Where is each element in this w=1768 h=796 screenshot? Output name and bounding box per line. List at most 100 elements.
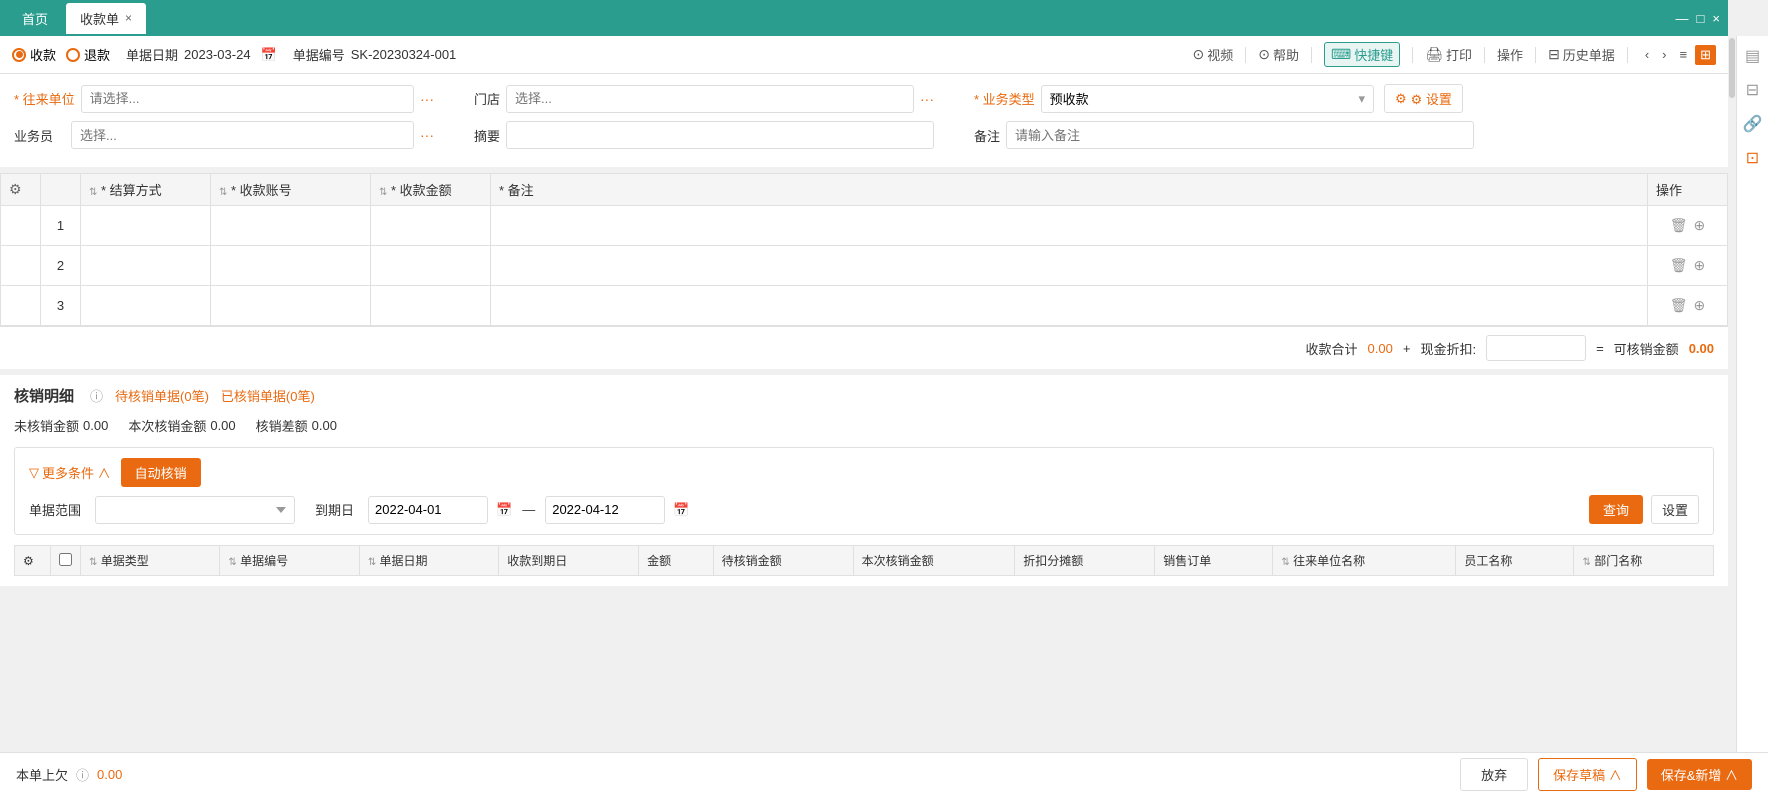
col-settlement-header[interactable]: ⇅ * 结算方式	[81, 174, 211, 206]
salesperson-input[interactable]	[71, 121, 414, 149]
bt-col-pending[interactable]: 待核销金额	[713, 546, 853, 576]
bt-col-checkbox[interactable]	[51, 546, 81, 576]
calendar-to-icon[interactable]: 📅	[673, 502, 689, 518]
summary-input[interactable]	[506, 121, 934, 149]
auto-verify-btn[interactable]: 自动核销	[121, 458, 201, 487]
row-2-method[interactable]	[81, 246, 211, 286]
abandon-btn[interactable]: 放弃	[1460, 758, 1528, 791]
row-3-method[interactable]	[81, 286, 211, 326]
row-2-copy-btn[interactable]: ⊕	[1694, 257, 1706, 274]
nav-right-btn[interactable]: ›	[1657, 45, 1671, 65]
carry-over-icon[interactable]: ⓘ	[76, 765, 89, 784]
row-1-method[interactable]	[81, 206, 211, 246]
history-btn[interactable]: ⊟ 历史单据	[1548, 45, 1615, 64]
sidebar-expand-icon[interactable]: ⊡	[1746, 148, 1759, 168]
help-btn[interactable]: ⊙ 帮助	[1258, 45, 1299, 64]
bt-col-counterpart[interactable]: ⇅ 往来单位名称	[1273, 546, 1456, 576]
store-more-btn[interactable]: ···	[920, 91, 934, 107]
store-input[interactable]	[506, 85, 914, 113]
bt-col-discount[interactable]: 折扣分摊额	[1015, 546, 1155, 576]
tab-home[interactable]: 首页	[8, 3, 62, 34]
date-to-input[interactable]	[545, 496, 665, 524]
row-2-remark[interactable]	[491, 246, 1648, 286]
row-3-account[interactable]	[211, 286, 371, 326]
calendar-icon[interactable]: 📅	[261, 47, 277, 63]
row-2-delete-btn[interactable]: 🗑	[1670, 257, 1688, 274]
row-1-amount[interactable]	[371, 206, 491, 246]
view-list-btn[interactable]: ≡	[1675, 45, 1693, 65]
bt-col-department[interactable]: ⇅ 部门名称	[1574, 546, 1714, 576]
discount-input[interactable]	[1486, 335, 1586, 361]
sidebar-table-icon[interactable]: ▤	[1745, 46, 1760, 66]
counterpart-input[interactable]	[81, 85, 414, 113]
window-close-btn[interactable]: ×	[1712, 11, 1720, 26]
remarks-input[interactable]	[1006, 121, 1474, 149]
current-stat: 本次核销金额 0.00	[128, 416, 235, 435]
info-icon[interactable]: ⓘ	[90, 386, 103, 405]
col-account-header[interactable]: ⇅ * 收款账号	[211, 174, 371, 206]
row-1-remark[interactable]	[491, 206, 1648, 246]
shortcut-btn[interactable]: ⌨ 快捷键	[1324, 42, 1400, 67]
scroll-area[interactable]	[1728, 36, 1736, 752]
row-3-delete-btn[interactable]: 🗑	[1670, 297, 1688, 314]
bt-col-doc-date[interactable]: ⇅ 单据日期	[359, 546, 498, 576]
draft-btn[interactable]: 保存草稿 ∧	[1538, 758, 1637, 791]
table-settings-icon[interactable]: ⚙	[9, 181, 22, 197]
nav-left-btn[interactable]: ‹	[1640, 45, 1654, 65]
sidebar-list-icon[interactable]: ⊟	[1746, 80, 1759, 100]
range-field: 单据范围	[29, 496, 295, 524]
range-select[interactable]	[95, 496, 295, 524]
select-all-checkbox[interactable]	[59, 553, 72, 566]
date-from-input[interactable]	[368, 496, 488, 524]
settings-button[interactable]: ⚙ ⚙ 设置	[1384, 84, 1463, 113]
radio-refund[interactable]: 退款	[66, 45, 110, 64]
col-amount-header[interactable]: ⇅ * 收款金额	[371, 174, 491, 206]
col-settings-header[interactable]: ⚙	[1, 174, 41, 206]
salesperson-more-btn[interactable]: ···	[420, 127, 434, 143]
bt-col-current[interactable]: 本次核销金额	[853, 546, 1015, 576]
row-3-remark[interactable]	[491, 286, 1648, 326]
bt-col-sales-order[interactable]: 销售订单	[1155, 546, 1273, 576]
business-type-chevron[interactable]: ▾	[1358, 91, 1365, 107]
settings-label: ⚙ 设置	[1411, 89, 1452, 108]
maximize-btn[interactable]: □	[1697, 11, 1705, 26]
date-value[interactable]: 2023-03-24	[184, 47, 251, 62]
more-conditions-btn[interactable]: ▽ 更多条件 ∧	[29, 463, 111, 482]
counterpart-more-btn[interactable]: ···	[420, 91, 434, 107]
tab-close-btn[interactable]: ×	[125, 11, 132, 25]
calendar-from-icon[interactable]: 📅	[496, 502, 512, 518]
save-new-btn[interactable]: 保存&新增 ∧	[1647, 759, 1752, 790]
section-title: 核销明细	[14, 385, 74, 406]
sidebar-link-icon[interactable]: 🔗	[1743, 114, 1763, 134]
row-3-amount[interactable]	[371, 286, 491, 326]
row-1-delete-btn[interactable]: 🗑	[1670, 217, 1688, 234]
bt-col-settings[interactable]: ⚙	[15, 546, 51, 576]
row-3-action-btns: 🗑 ⊕	[1656, 297, 1719, 314]
verif-settings-btn[interactable]: 设置	[1651, 495, 1699, 524]
row-1-account[interactable]	[211, 206, 371, 246]
pending-tab-link[interactable]: 待核销单据(0笔)	[115, 386, 209, 405]
print-btn[interactable]: 🖨 打印	[1425, 45, 1472, 64]
bt-col-due-date[interactable]: 收款到期日	[499, 546, 639, 576]
bt-col-doc-num[interactable]: ⇅ 单据编号	[220, 546, 359, 576]
bt-col-doc-type[interactable]: ⇅ 单据类型	[81, 546, 220, 576]
query-btn[interactable]: 查询	[1589, 495, 1643, 524]
row-3-copy-btn[interactable]: ⊕	[1694, 297, 1706, 314]
operation-btn[interactable]: 操作	[1497, 45, 1523, 64]
table-footer: 收款合计 0.00 + 现金折扣: = 可核销金额 0.00	[0, 326, 1728, 369]
col-remark-header[interactable]: * 备注	[491, 174, 1648, 206]
view-card-btn[interactable]: ⊞	[1695, 45, 1716, 65]
table-row: 3 🗑 ⊕	[1, 286, 1728, 326]
video-btn[interactable]: ⊙ 视频	[1193, 45, 1234, 64]
radio-receipt[interactable]: 收款	[12, 45, 56, 64]
bt-col-employee[interactable]: 员工名称	[1456, 546, 1574, 576]
done-tab-link[interactable]: 已核销单据(0笔)	[221, 386, 315, 405]
row-1-copy-btn[interactable]: ⊕	[1694, 217, 1706, 234]
row-2-account[interactable]	[211, 246, 371, 286]
minimize-btn[interactable]: —	[1676, 11, 1689, 26]
tab-receipt[interactable]: 收款单 ×	[66, 3, 146, 34]
total-value: 0.00	[1368, 341, 1393, 356]
scroll-thumb[interactable]	[1729, 38, 1735, 98]
row-2-amount[interactable]	[371, 246, 491, 286]
bt-col-amount[interactable]: 金额	[639, 546, 714, 576]
